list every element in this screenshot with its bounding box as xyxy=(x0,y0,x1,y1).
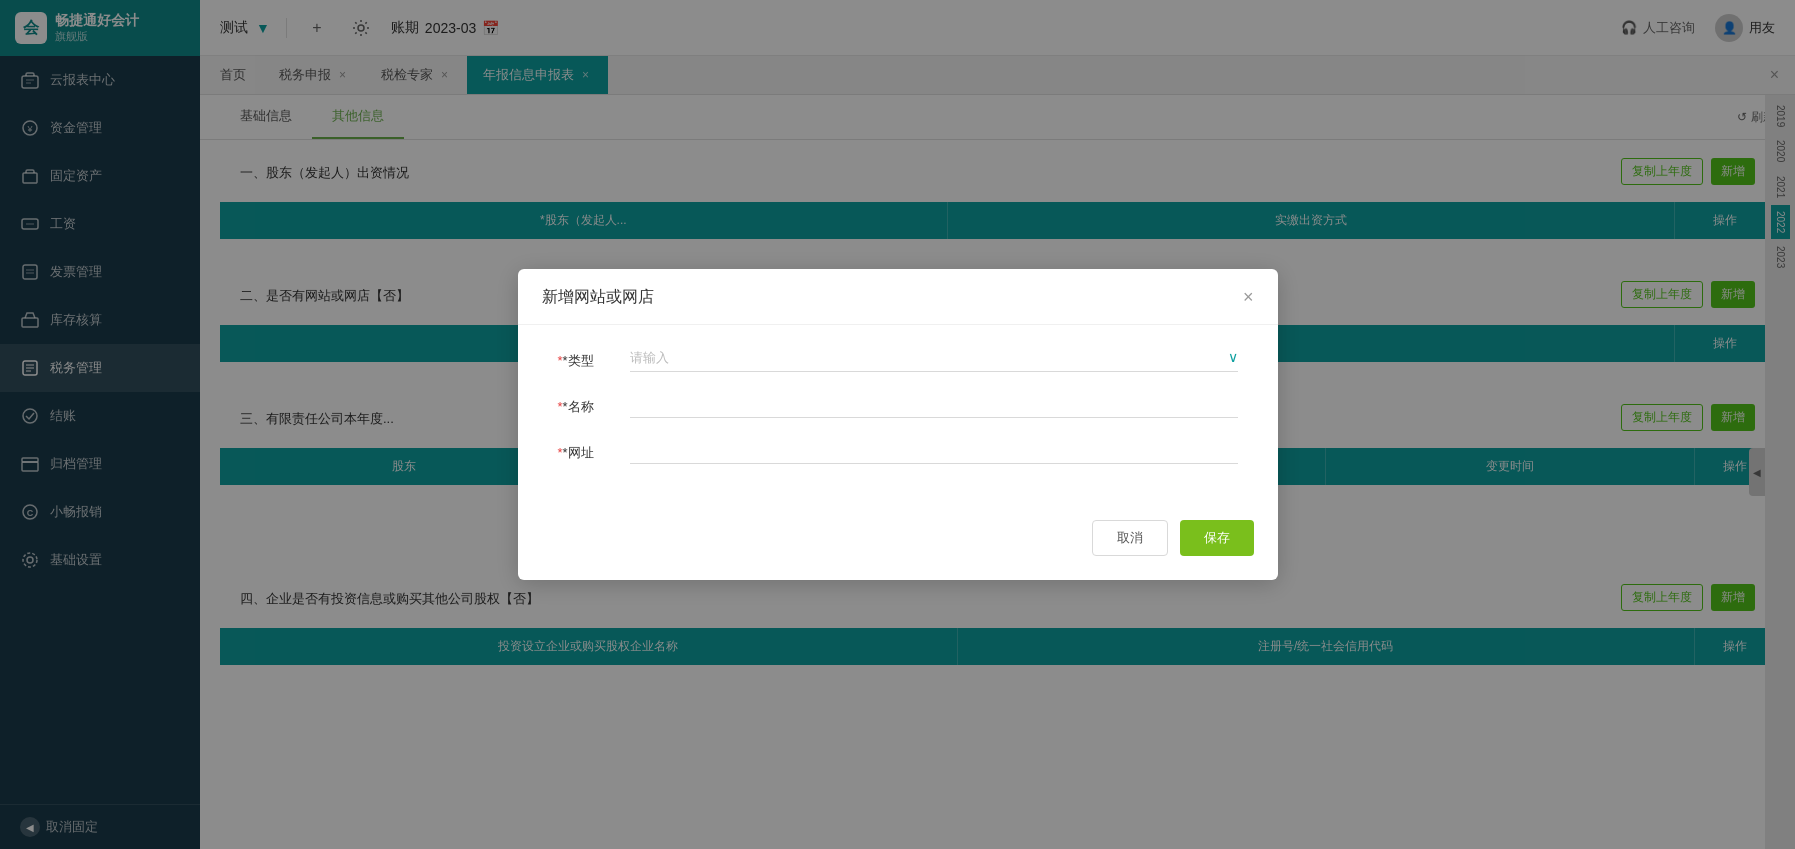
form-item-type: **类型 ∨ xyxy=(558,349,1238,372)
url-label: **网址 xyxy=(558,444,618,462)
modal-overlay[interactable]: 新增网站或网店 × **类型 ∨ **名称 xyxy=(0,0,1795,849)
url-input[interactable] xyxy=(630,442,1238,457)
url-input-wrap xyxy=(630,442,1238,464)
save-button[interactable]: 保存 xyxy=(1180,520,1254,556)
cancel-button[interactable]: 取消 xyxy=(1092,520,1168,556)
name-input[interactable] xyxy=(630,396,1238,411)
modal-close-button[interactable]: × xyxy=(1243,287,1254,308)
type-label: **类型 xyxy=(558,352,618,370)
type-input-wrap: ∨ xyxy=(630,349,1238,372)
modal-footer: 取消 保存 xyxy=(518,504,1278,580)
form-item-url: **网址 xyxy=(558,442,1238,464)
modal-header: 新增网站或网店 × xyxy=(518,269,1278,325)
name-input-wrap xyxy=(630,396,1238,418)
modal-title: 新增网站或网店 xyxy=(542,287,654,308)
type-dropdown-icon[interactable]: ∨ xyxy=(1228,349,1238,365)
name-label: **名称 xyxy=(558,398,618,416)
form-item-name: **名称 xyxy=(558,396,1238,418)
modal-body: **类型 ∨ **名称 **网址 xyxy=(518,325,1278,504)
modal-add-website: 新增网站或网店 × **类型 ∨ **名称 xyxy=(518,269,1278,580)
type-input[interactable] xyxy=(630,350,1228,365)
